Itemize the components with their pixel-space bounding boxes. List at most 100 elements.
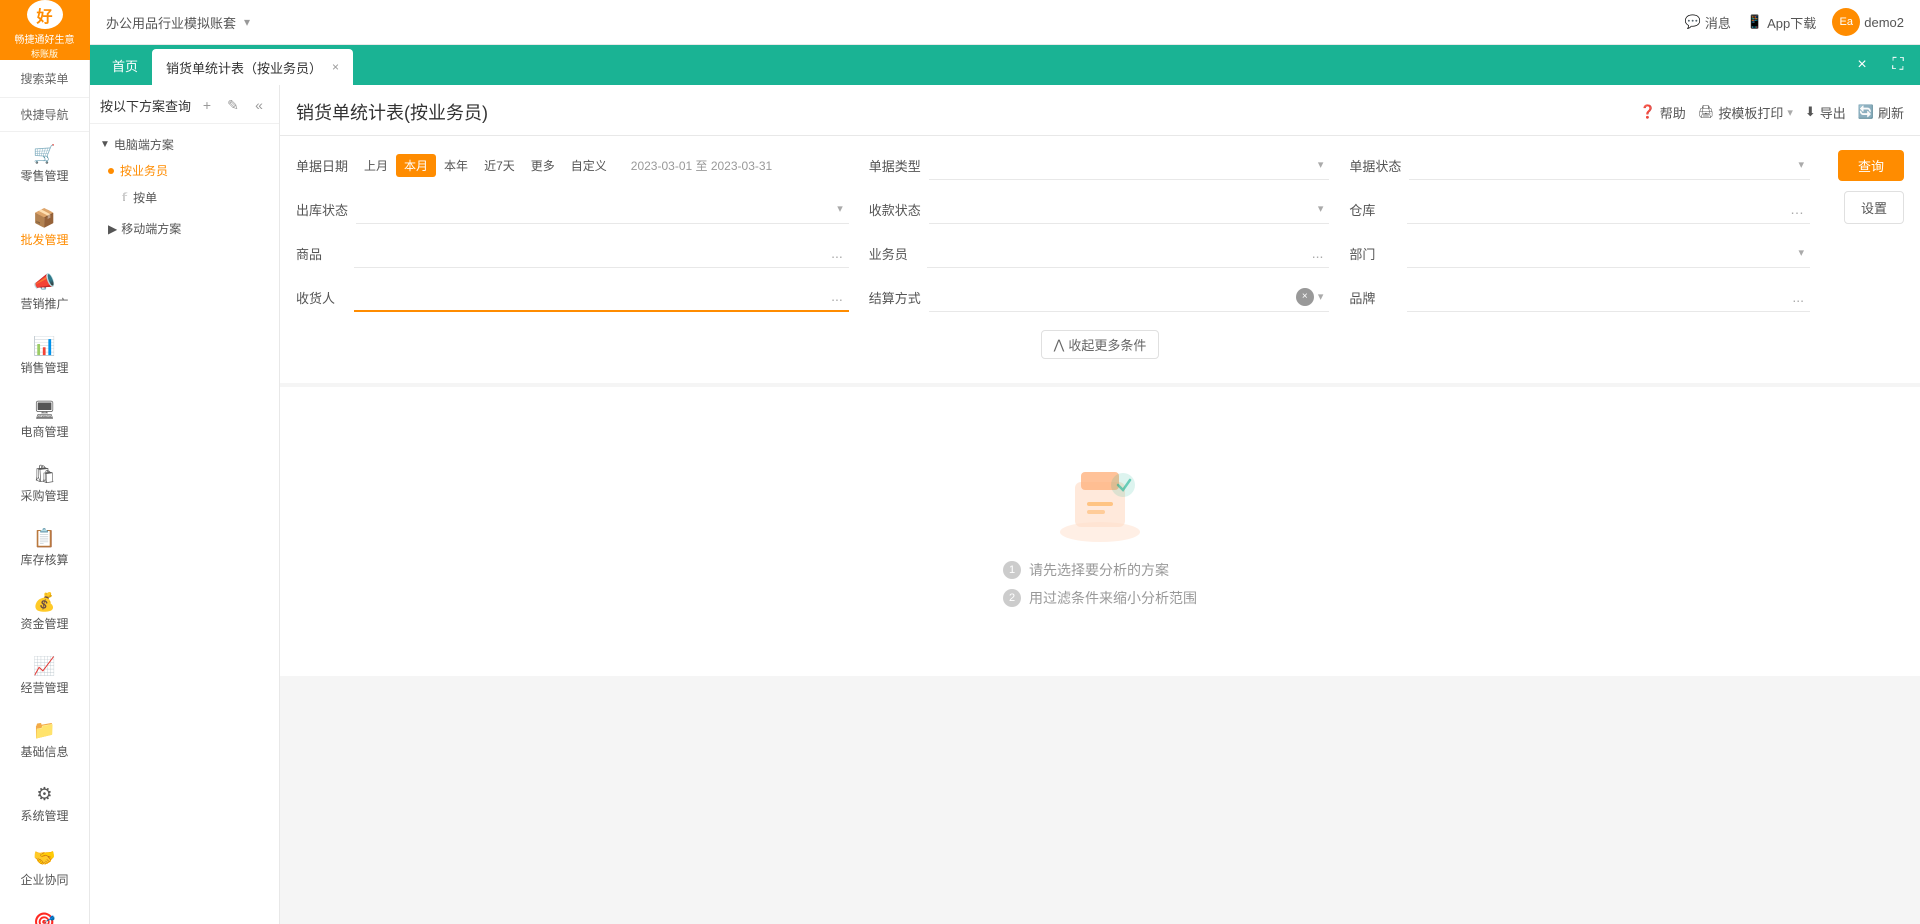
help-button[interactable]: ❓ 帮助 — [1640, 103, 1686, 122]
filter-row-2: 出库状态 ▾ 收款状态 ▾ — [296, 194, 1810, 224]
filter-dept-item: 部门 ▾ — [1349, 238, 1810, 268]
goods-select[interactable]: ... — [354, 238, 849, 268]
message-icon: 💬 — [1685, 14, 1701, 30]
basic-icon: 📁 — [33, 720, 55, 741]
tabs-right-actions: × ⛶ — [1848, 51, 1920, 79]
left-panel-title: 按以下方案查询 — [100, 96, 191, 115]
filter-warehouse-item: 仓库 … — [1349, 194, 1810, 224]
purchase-icon: 🛍 — [33, 464, 56, 485]
warehouse-dots[interactable]: … — [1790, 201, 1804, 217]
print-button[interactable]: 🖨 按模板打印 ▾ — [1698, 103, 1793, 122]
date-btn-this-month[interactable]: 本月 — [396, 154, 436, 177]
mobile-group-header[interactable]: ▶ 移动端方案 — [100, 216, 269, 241]
doc-type-label: 单据类型 — [869, 156, 921, 175]
collapse-panel-button[interactable]: « — [249, 95, 269, 115]
scheme-item-by-order[interactable]: 𝕗 按单 — [100, 184, 269, 211]
brand-dots[interactable]: ... — [1792, 289, 1804, 305]
query-button[interactable]: 查询 — [1838, 150, 1904, 181]
finance-icon: 💰 — [33, 592, 55, 613]
sidebar-item-system[interactable]: ⚙ 系统管理 — [0, 772, 89, 836]
brand-select[interactable]: ... — [1407, 282, 1810, 312]
receive-status-select[interactable]: ▾ — [929, 194, 1330, 224]
filter-row-4: 收货人 ... 结算方式 — [296, 282, 1810, 312]
scheme-item-salesperson[interactable]: 按业务员 — [100, 157, 269, 184]
step-2-num: 2 — [1003, 589, 1021, 607]
main-area: 办公用品行业模拟账套 ▾ 💬 消息 📱 App下载 Ea demo2 首页 — [90, 0, 1920, 924]
tab-close-icon[interactable]: × — [332, 60, 339, 74]
filter-brand-item: 品牌 ... — [1349, 282, 1810, 312]
app-download-button[interactable]: 📱 App下载 — [1747, 13, 1816, 32]
date-btn-last-month[interactable]: 上月 — [356, 154, 396, 177]
topbar-left: 办公用品行业模拟账套 ▾ — [106, 13, 250, 32]
doc-status-select[interactable]: ▾ — [1409, 150, 1810, 180]
left-panel-header: 按以下方案查询 + ✎ « — [90, 95, 279, 124]
search-menu-item[interactable]: 搜索菜单 — [0, 60, 89, 98]
payment-select[interactable]: × ▾ — [929, 282, 1330, 312]
receive-status-arrow-icon: ▾ — [1318, 202, 1324, 215]
tab-sales-stat[interactable]: 销货单统计表（按业务员） × — [152, 49, 353, 85]
tab-win-max-icon[interactable]: ⛶ — [1884, 51, 1912, 79]
sidebar-item-purchase[interactable]: 🛍 采购管理 — [0, 452, 89, 516]
doc-type-select[interactable]: ▾ — [929, 150, 1330, 180]
out-status-select[interactable]: ▾ — [356, 194, 849, 224]
sidebar-item-finance[interactable]: 💰 资金管理 — [0, 580, 89, 644]
desktop-scheme-group[interactable]: ▼ 电脑端方案 — [100, 132, 269, 157]
sidebar-item-retail[interactable]: 🛒 零售管理 — [0, 132, 89, 196]
quick-nav-item[interactable]: 快捷导航 — [0, 98, 89, 132]
sidebar-item-basic[interactable]: 📁 基础信息 — [0, 708, 89, 772]
message-button[interactable]: 💬 消息 — [1685, 13, 1731, 32]
left-panel-actions: + ✎ « — [197, 95, 269, 115]
consignee-dots[interactable]: ... — [831, 288, 843, 304]
date-btn-this-year[interactable]: 本年 — [436, 154, 476, 177]
edit-scheme-button[interactable]: ✎ — [223, 95, 243, 115]
sidebar-item-wholesale[interactable]: 📦 批发管理 — [0, 196, 89, 260]
sidebar-item-ecommerce[interactable]: 🖥 电商管理 — [0, 388, 89, 452]
goods-dots[interactable]: ... — [831, 245, 843, 261]
sidebar-item-operations[interactable]: 📈 经营管理 — [0, 644, 89, 708]
salesperson-dots[interactable]: ... — [1312, 245, 1324, 261]
retail-icon: 🛒 — [33, 144, 55, 165]
page-actions: ❓ 帮助 🖨 按模板打印 ▾ ⬇ 导出 🔄 刷新 — [1640, 103, 1904, 122]
inventory-icon: 📋 — [33, 528, 55, 549]
sidebar-item-inventory[interactable]: 📋 库存核算 — [0, 516, 89, 580]
sidebar-item-newbie[interactable]: 🎯 新手引导 — [0, 900, 89, 924]
receive-status-label: 收款状态 — [869, 200, 921, 219]
salesperson-select[interactable]: ... — [927, 238, 1330, 268]
date-btn-7days[interactable]: 近7天 — [476, 154, 523, 177]
mobile-scheme-group: ▶ 移动端方案 — [100, 211, 269, 246]
tab-home[interactable]: 首页 — [98, 45, 152, 85]
filter-fields: 单据日期 上月 本月 本年 近7天 更多 自定义 2023-03-01 至 20… — [296, 150, 1810, 326]
print-dropdown-icon: ▾ — [1787, 106, 1793, 119]
ecommerce-icon: 🖥 — [33, 400, 56, 421]
collapse-arrow-icon: ⋀ — [1054, 337, 1065, 353]
sales-icon: 📊 — [33, 336, 55, 357]
payment-clear-button[interactable]: × — [1296, 288, 1314, 306]
empty-step-1: 1 请先选择要分析的方案 — [1003, 560, 1197, 580]
empty-steps: 1 请先选择要分析的方案 2 用过滤条件来缩小分析范围 — [1003, 560, 1197, 616]
export-button[interactable]: ⬇ 导出 — [1805, 103, 1846, 122]
topbar-dropdown-icon[interactable]: ▾ — [244, 15, 250, 29]
refresh-button[interactable]: 🔄 刷新 — [1858, 103, 1904, 122]
filter-out-status-item: 出库状态 ▾ — [296, 194, 849, 224]
page-content: 按以下方案查询 + ✎ « ▼ 电脑端方案 按业务员 𝕗 按单 — [90, 85, 1920, 924]
sidebar-item-marketing[interactable]: 📣 营销推广 — [0, 260, 89, 324]
add-scheme-button[interactable]: + — [197, 95, 217, 115]
warehouse-select[interactable]: … — [1407, 194, 1810, 224]
collapse-filter-button[interactable]: ⋀ 收起更多条件 — [1041, 330, 1160, 359]
newbie-icon: 🎯 — [33, 912, 55, 924]
mobile-arrow-icon: ▶ — [108, 222, 117, 236]
user-menu[interactable]: Ea demo2 — [1832, 8, 1904, 36]
marketing-icon: 📣 — [33, 272, 55, 293]
tab-win-close-icon[interactable]: × — [1848, 51, 1876, 79]
dept-select[interactable]: ▾ — [1407, 238, 1810, 268]
sidebar-item-corp[interactable]: 🤝 企业协同 — [0, 836, 89, 900]
sidebar-item-sales[interactable]: 📊 销售管理 — [0, 324, 89, 388]
date-btn-custom[interactable]: 自定义 — [563, 154, 615, 177]
consignee-input[interactable]: ... — [354, 282, 849, 312]
sub-scheme-icon: 𝕗 — [122, 191, 127, 204]
settings-button[interactable]: 设置 — [1844, 191, 1904, 224]
left-panel: 按以下方案查询 + ✎ « ▼ 电脑端方案 按业务员 𝕗 按单 — [90, 85, 280, 924]
empty-step-2: 2 用过滤条件来缩小分析范围 — [1003, 588, 1197, 608]
sidebar-logo[interactable]: 好 畅捷通好生意 标账版 — [0, 0, 90, 60]
date-btn-more[interactable]: 更多 — [523, 154, 563, 177]
